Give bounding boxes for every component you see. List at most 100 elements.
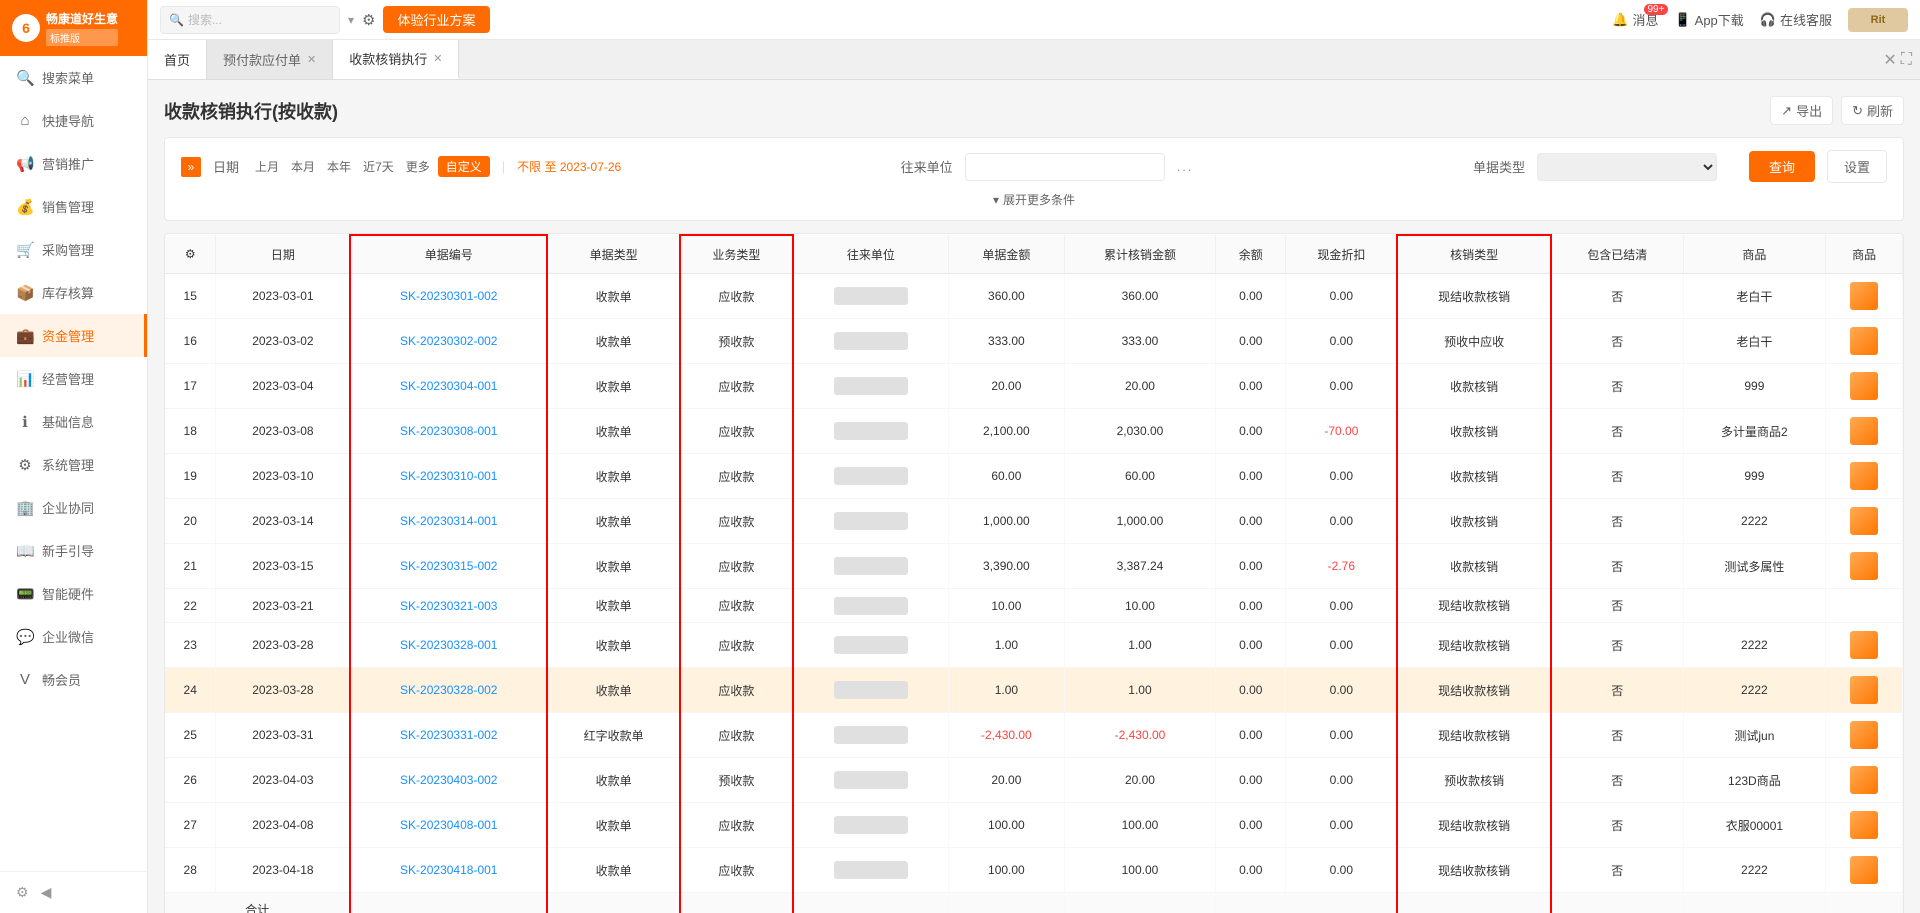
row-num: 25	[165, 713, 216, 758]
sidebar-item-sales[interactable]: 💰 销售管理	[0, 185, 147, 228]
row-type: 收款单	[547, 499, 680, 544]
code-link[interactable]: SK-20230328-002	[400, 683, 497, 697]
row-balance: 0.00	[1216, 409, 1286, 454]
row-type: 收款单	[547, 623, 680, 668]
code-link[interactable]: SK-20230315-002	[400, 559, 497, 573]
row-goods-thumb	[1826, 319, 1903, 364]
user-avatar[interactable]: Rit	[1848, 8, 1908, 32]
sidebar-item-wechat[interactable]: 💬 企业微信	[0, 615, 147, 658]
topbar-search-icon: 🔍	[169, 13, 184, 27]
row-partner: ████	[793, 499, 949, 544]
row-balance: 0.00	[1216, 589, 1286, 623]
table-row: 27 2023-04-08 SK-20230408-001 收款单 应收款 ██…	[165, 803, 1903, 848]
tab-home[interactable]: 首页	[148, 40, 207, 79]
tab-receipt-close[interactable]: ✕	[433, 52, 442, 65]
filter-this-month[interactable]: 本月	[287, 156, 319, 177]
tab-receipt[interactable]: 收款核销执行 ✕	[333, 40, 459, 79]
message-btn[interactable]: 🔔 消息 99+	[1612, 10, 1658, 29]
row-goods: 123D商品	[1683, 758, 1826, 803]
export-btn[interactable]: ↗ 导出	[1770, 96, 1833, 125]
code-link[interactable]: SK-20230408-001	[400, 818, 497, 832]
tab-prepay-close[interactable]: ✕	[307, 53, 316, 66]
code-link[interactable]: SK-20230308-001	[400, 424, 497, 438]
row-settled: 否	[1551, 758, 1683, 803]
sidebar-item-system[interactable]: ⚙ 系统管理	[0, 443, 147, 486]
row-settled: 否	[1551, 848, 1683, 893]
row-num: 16	[165, 319, 216, 364]
code-link[interactable]: SK-20230321-003	[400, 599, 497, 613]
code-link[interactable]: SK-20230331-002	[400, 728, 497, 742]
row-goods-thumb	[1826, 409, 1903, 454]
finance-icon: 💼	[16, 327, 34, 345]
row-goods: 测试jun	[1683, 713, 1826, 758]
code-link[interactable]: SK-20230328-001	[400, 638, 497, 652]
topbar-gear-icon[interactable]: ⚙	[362, 11, 375, 29]
sidebar-item-guide[interactable]: 📖 新手引导	[0, 529, 147, 572]
code-link[interactable]: SK-20230301-002	[400, 289, 497, 303]
sidebar-item-search[interactable]: 🔍 搜索菜单	[0, 56, 147, 99]
row-balance: 0.00	[1216, 499, 1286, 544]
row-biz-type: 应收款	[680, 499, 793, 544]
filter-last-month[interactable]: 上月	[251, 156, 283, 177]
code-link[interactable]: SK-20230403-002	[400, 773, 497, 787]
row-amount: 100.00	[949, 848, 1064, 893]
sidebar-item-purchase[interactable]: 🛒 采购管理	[0, 228, 147, 271]
row-discount: 0.00	[1286, 364, 1398, 409]
filter-settings-btn[interactable]: 设置	[1827, 150, 1887, 183]
row-partner: ████	[793, 589, 949, 623]
code-link[interactable]: SK-20230304-001	[400, 379, 497, 393]
th-settings[interactable]: ⚙	[165, 235, 216, 274]
filter-partner-input[interactable]	[965, 153, 1165, 181]
sidebar-item-basic[interactable]: ℹ 基础信息	[0, 400, 147, 443]
row-biz-type: 应收款	[680, 589, 793, 623]
code-link[interactable]: SK-20230418-001	[400, 863, 497, 877]
product-image	[1850, 766, 1878, 794]
filter-this-year[interactable]: 本年	[323, 156, 355, 177]
page-content: 收款核销执行(按收款) ↗ 导出 ↻ 刷新 » 日期 上月 本月	[148, 80, 1920, 913]
filter-query-btn[interactable]: 查询	[1749, 151, 1815, 182]
collapse-icon[interactable]: ◀	[41, 884, 52, 901]
filter-7days[interactable]: 近7天	[359, 156, 398, 177]
row-goods-thumb	[1826, 803, 1903, 848]
sidebar-item-quick[interactable]: ⌂ 快捷导航	[0, 99, 147, 142]
row-goods: 2222	[1683, 499, 1826, 544]
row-num: 23	[165, 623, 216, 668]
row-type: 红字收款单	[547, 713, 680, 758]
table-row: 24 2023-03-28 SK-20230328-002 收款单 应收款 ██…	[165, 668, 1903, 713]
row-cancel-type: 现结收款核销	[1397, 623, 1550, 668]
sidebar-item-corp[interactable]: 🏢 企业协同	[0, 486, 147, 529]
row-goods-thumb	[1826, 668, 1903, 713]
row-goods-thumb	[1826, 589, 1903, 623]
tab-close-btn[interactable]: ✕	[1883, 50, 1896, 70]
row-code: SK-20230408-001	[350, 803, 547, 848]
settings-footer-icon[interactable]: ⚙	[16, 884, 29, 901]
topbar-chevron-icon[interactable]: ▾	[348, 13, 354, 27]
sidebar-item-hardware[interactable]: 📟 智能硬件	[0, 572, 147, 615]
filter-toggle-btn[interactable]: »	[181, 157, 201, 177]
row-cancel-type: 现结收款核销	[1397, 713, 1550, 758]
sidebar-item-marketing[interactable]: 📢 营销推广	[0, 142, 147, 185]
sidebar-item-ops[interactable]: 📊 经营管理	[0, 357, 147, 400]
code-link[interactable]: SK-20230310-001	[400, 469, 497, 483]
page-header: 收款核销执行(按收款) ↗ 导出 ↻ 刷新	[164, 96, 1904, 125]
product-image	[1850, 856, 1878, 884]
filter-more[interactable]: 更多	[402, 156, 434, 177]
industry-btn[interactable]: 体验行业方案	[383, 6, 489, 33]
sidebar-item-inventory[interactable]: 📦 库存核算	[0, 271, 147, 314]
app-download-btn[interactable]: 📱 App下载	[1674, 10, 1743, 29]
tab-maximize-btn[interactable]: ⛶	[1901, 51, 1912, 69]
filter-voucher-type[interactable]	[1537, 153, 1717, 181]
code-link[interactable]: SK-20230302-002	[400, 334, 497, 348]
topbar-search[interactable]: 🔍 搜索...	[160, 6, 340, 34]
tab-prepay[interactable]: 预付款应付单 ✕	[207, 40, 333, 79]
filter-custom-btn[interactable]: 自定义	[438, 156, 490, 177]
row-settled: 否	[1551, 409, 1683, 454]
sidebar-item-member[interactable]: V 畅会员	[0, 658, 147, 701]
online-service-btn[interactable]: 🎧 在线客服	[1760, 10, 1832, 29]
filter-expand-btn[interactable]: ▾ 展开更多条件	[993, 191, 1075, 208]
sidebar-item-finance[interactable]: 💼 资金管理	[0, 314, 147, 357]
row-date: 2023-03-28	[216, 668, 350, 713]
row-type: 收款单	[547, 758, 680, 803]
code-link[interactable]: SK-20230314-001	[400, 514, 497, 528]
refresh-btn[interactable]: ↻ 刷新	[1841, 96, 1904, 125]
